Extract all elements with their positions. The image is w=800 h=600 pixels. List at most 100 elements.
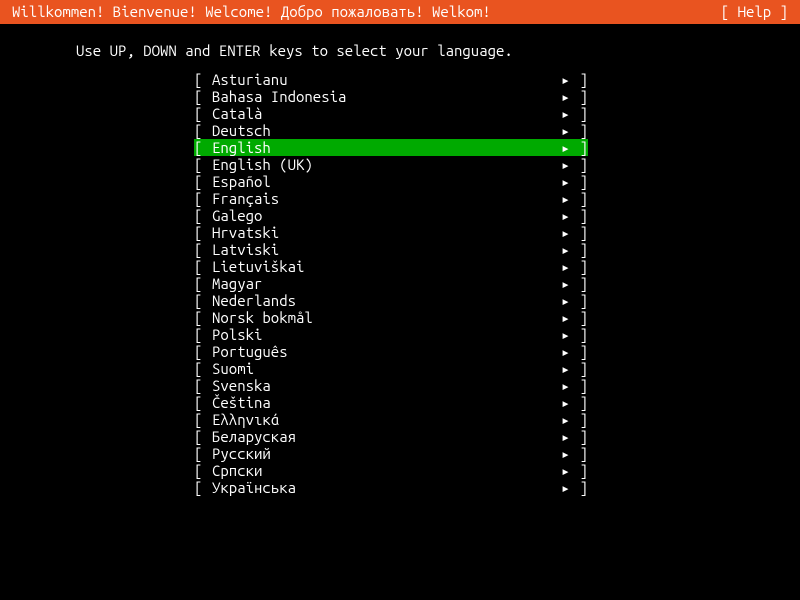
- language-option[interactable]: [ Deutsch▸ ]: [0, 122, 800, 139]
- bracket-open: [: [194, 190, 212, 207]
- bracket-open: [: [194, 122, 212, 139]
- submenu-arrow-icon: ▸: [552, 377, 570, 394]
- submenu-arrow-icon: ▸: [552, 326, 570, 343]
- language-label: Galego: [212, 207, 552, 224]
- bracket-close: ]: [570, 122, 588, 139]
- language-option[interactable]: [ Bahasa Indonesia▸ ]: [0, 88, 800, 105]
- submenu-arrow-icon: ▸: [552, 343, 570, 360]
- bracket-open: [: [194, 479, 212, 496]
- language-option[interactable]: [ Hrvatski▸ ]: [0, 224, 800, 241]
- language-option[interactable]: [ Čeština▸ ]: [0, 394, 800, 411]
- language-label: Čeština: [212, 394, 552, 411]
- submenu-arrow-icon: ▸: [552, 207, 570, 224]
- bracket-close: ]: [570, 394, 588, 411]
- language-label: Español: [212, 173, 552, 190]
- header-bar: Willkommen! Bienvenue! Welcome! Добро по…: [0, 0, 800, 24]
- language-option[interactable]: [ Lietuviškai▸ ]: [0, 258, 800, 275]
- language-option[interactable]: [ Nederlands▸ ]: [0, 292, 800, 309]
- bracket-close: ]: [570, 326, 588, 343]
- submenu-arrow-icon: ▸: [552, 360, 570, 377]
- language-label: Latviski: [212, 241, 552, 258]
- bracket-open: [: [194, 428, 212, 445]
- language-option[interactable]: [ Latviski▸ ]: [0, 241, 800, 258]
- language-label: Português: [212, 343, 552, 360]
- language-label: Nederlands: [212, 292, 552, 309]
- language-option[interactable]: [ English▸ ]: [0, 139, 800, 156]
- bracket-close: ]: [570, 258, 588, 275]
- submenu-arrow-icon: ▸: [552, 224, 570, 241]
- bracket-close: ]: [570, 241, 588, 258]
- language-label: Català: [212, 105, 552, 122]
- bracket-close: ]: [570, 105, 588, 122]
- submenu-arrow-icon: ▸: [552, 428, 570, 445]
- language-option[interactable]: [ Ελληνικά▸ ]: [0, 411, 800, 428]
- language-label: English: [212, 139, 552, 156]
- language-option[interactable]: [ Magyar▸ ]: [0, 275, 800, 292]
- submenu-arrow-icon: ▸: [552, 309, 570, 326]
- language-label: Русский: [212, 445, 552, 462]
- submenu-arrow-icon: ▸: [552, 139, 570, 156]
- submenu-arrow-icon: ▸: [552, 71, 570, 88]
- language-label: Suomi: [212, 360, 552, 377]
- language-option[interactable]: [ Asturianu▸ ]: [0, 71, 800, 88]
- help-button[interactable]: [ Help ]: [701, 0, 788, 24]
- language-label: Polski: [212, 326, 552, 343]
- bracket-close: ]: [570, 428, 588, 445]
- language-option[interactable]: [ Português▸ ]: [0, 343, 800, 360]
- language-option[interactable]: [ Polski▸ ]: [0, 326, 800, 343]
- language-label: Bahasa Indonesia: [212, 88, 552, 105]
- submenu-arrow-icon: ▸: [552, 190, 570, 207]
- language-option[interactable]: [ Српски▸ ]: [0, 462, 800, 479]
- language-option[interactable]: [ Français▸ ]: [0, 190, 800, 207]
- submenu-arrow-icon: ▸: [552, 275, 570, 292]
- bracket-open: [: [194, 241, 212, 258]
- bracket-open: [: [194, 326, 212, 343]
- bracket-open: [: [194, 360, 212, 377]
- submenu-arrow-icon: ▸: [552, 122, 570, 139]
- language-option[interactable]: [ Català▸ ]: [0, 105, 800, 122]
- submenu-arrow-icon: ▸: [552, 105, 570, 122]
- bracket-open: [: [194, 343, 212, 360]
- language-option[interactable]: [ Español▸ ]: [0, 173, 800, 190]
- bracket-close: ]: [570, 156, 588, 173]
- language-option[interactable]: [ Беларуская▸ ]: [0, 428, 800, 445]
- bracket-open: [: [194, 139, 212, 156]
- submenu-arrow-icon: ▸: [552, 292, 570, 309]
- bracket-open: [: [194, 309, 212, 326]
- submenu-arrow-icon: ▸: [552, 173, 570, 190]
- language-label: Lietuviškai: [212, 258, 552, 275]
- language-label: Српски: [212, 462, 552, 479]
- bracket-close: ]: [570, 71, 588, 88]
- bracket-open: [: [194, 105, 212, 122]
- bracket-close: ]: [570, 479, 588, 496]
- language-option[interactable]: [ Suomi▸ ]: [0, 360, 800, 377]
- language-option[interactable]: [ Українська▸ ]: [0, 479, 800, 496]
- bracket-close: ]: [570, 360, 588, 377]
- instruction-text: Use UP, DOWN and ENTER keys to select yo…: [0, 24, 800, 59]
- language-option[interactable]: [ Русский▸ ]: [0, 445, 800, 462]
- bracket-close: ]: [570, 411, 588, 428]
- submenu-arrow-icon: ▸: [552, 411, 570, 428]
- bracket-close: ]: [570, 275, 588, 292]
- bracket-open: [: [194, 411, 212, 428]
- bracket-open: [: [194, 377, 212, 394]
- bracket-close: ]: [570, 462, 588, 479]
- bracket-open: [: [194, 224, 212, 241]
- bracket-open: [: [194, 156, 212, 173]
- language-option[interactable]: [ Norsk bokmål▸ ]: [0, 309, 800, 326]
- language-option[interactable]: [ English (UK)▸ ]: [0, 156, 800, 173]
- bracket-open: [: [194, 292, 212, 309]
- language-option[interactable]: [ Galego▸ ]: [0, 207, 800, 224]
- bracket-open: [: [194, 173, 212, 190]
- bracket-close: ]: [570, 88, 588, 105]
- language-label: Hrvatski: [212, 224, 552, 241]
- submenu-arrow-icon: ▸: [552, 394, 570, 411]
- bracket-open: [: [194, 258, 212, 275]
- language-label: Magyar: [212, 275, 552, 292]
- bracket-close: ]: [570, 292, 588, 309]
- bracket-close: ]: [570, 224, 588, 241]
- language-option[interactable]: [ Svenska▸ ]: [0, 377, 800, 394]
- submenu-arrow-icon: ▸: [552, 462, 570, 479]
- submenu-arrow-icon: ▸: [552, 88, 570, 105]
- language-label: Norsk bokmål: [212, 309, 552, 326]
